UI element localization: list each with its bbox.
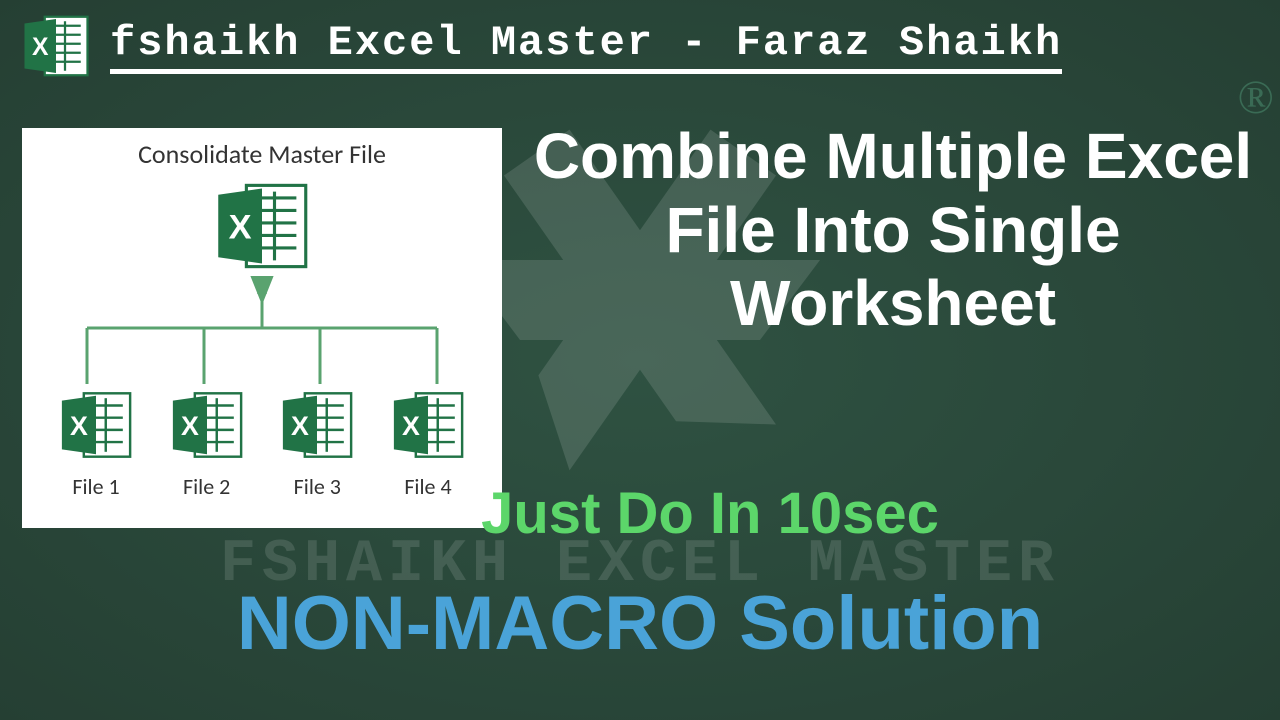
subline-text: Just Do In 10sec bbox=[0, 480, 1280, 547]
excel-icon-file: X bbox=[278, 386, 356, 464]
svg-text:X: X bbox=[291, 411, 309, 441]
excel-icon-master: X bbox=[212, 176, 312, 276]
excel-icon-file: X bbox=[389, 386, 467, 464]
svg-text:X: X bbox=[70, 411, 88, 441]
headline-text: Combine Multiple Excel File Into Single … bbox=[520, 120, 1266, 341]
header-title: fshaikh Excel Master - Faraz Shaikh bbox=[110, 19, 1062, 74]
diagram-title: Consolidate Master File bbox=[40, 138, 484, 170]
svg-text:X: X bbox=[181, 411, 199, 441]
svg-text:X: X bbox=[229, 209, 252, 247]
footline-text: NON-MACRO Solution bbox=[0, 580, 1280, 667]
diagram-panel: Consolidate Master File X bbox=[22, 128, 502, 528]
tree-connectors bbox=[40, 276, 484, 386]
svg-text:X: X bbox=[402, 411, 420, 441]
header: X fshaikh Excel Master - Faraz Shaikh bbox=[20, 10, 1260, 82]
excel-icon-file: X bbox=[168, 386, 246, 464]
excel-icon-file: X bbox=[57, 386, 135, 464]
svg-text:X: X bbox=[32, 34, 49, 61]
excel-icon: X bbox=[20, 10, 92, 82]
